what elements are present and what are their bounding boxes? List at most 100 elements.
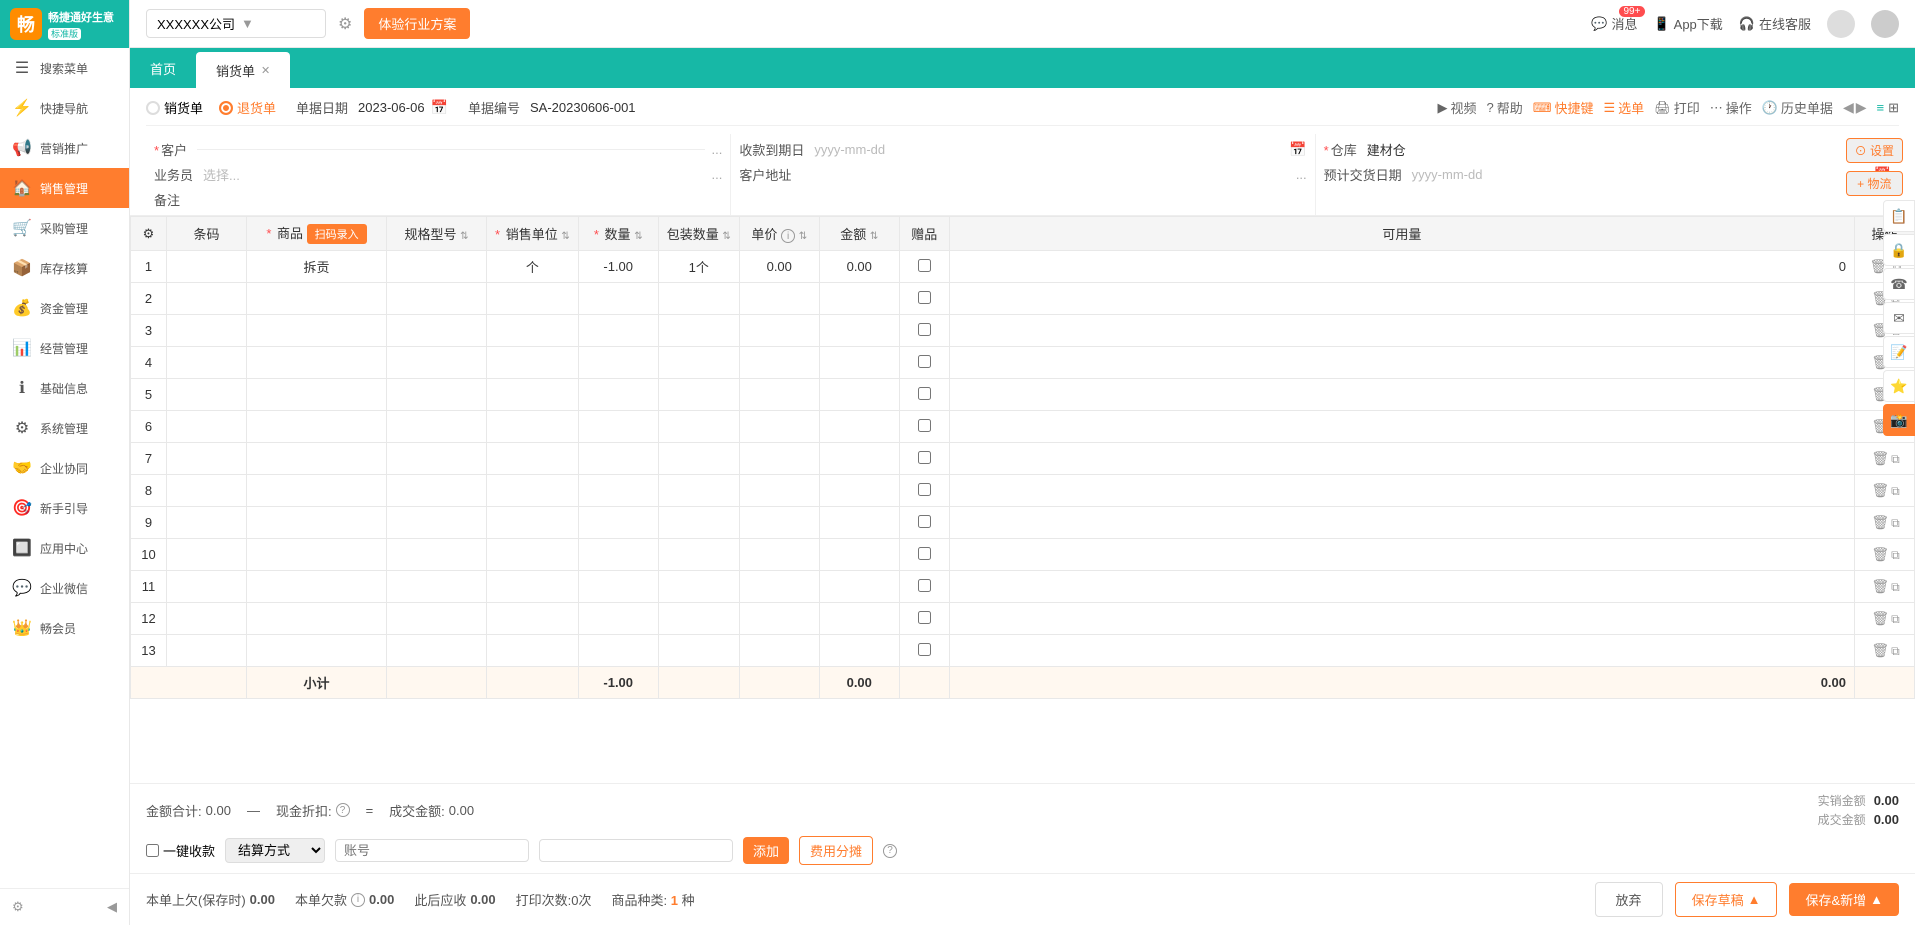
price-info-icon[interactable]: i [781,229,795,243]
date-value[interactable]: 2023-06-06 [358,100,425,115]
copy-icon[interactable]: ⧉ [1891,548,1900,562]
th-settings[interactable]: ⚙ [131,217,167,251]
delete-icon[interactable]: 🗑 [1871,482,1889,498]
doc-num-value[interactable]: SA-20230606-001 [530,100,636,115]
row-product[interactable]: 拆贡 [247,251,387,283]
sort-icon[interactable]: ⇅ [799,231,807,242]
copy-icon[interactable]: ⧉ [1891,516,1900,530]
sidebar-item-operation[interactable]: 📊 经营管理 [0,328,129,368]
gift-checkbox[interactable] [918,387,931,400]
sidebar-collapse-icon[interactable]: ◀ [107,899,117,915]
sidebar-item-system[interactable]: ⚙ 系统管理 [0,408,129,448]
row-barcode[interactable] [167,251,247,283]
gift-checkbox[interactable] [918,419,931,432]
delete-icon[interactable]: 🗑 [1871,450,1889,466]
sidebar-item-guide[interactable]: 🎯 新手引导 [0,488,129,528]
float-btn-6[interactable]: ⭐ [1883,370,1915,402]
gift-checkbox[interactable] [918,323,931,336]
expected-date-input[interactable]: yyyy-mm-dd [1412,167,1868,182]
sidebar-item-marketing[interactable]: 📢 营销推广 [0,128,129,168]
row-unit[interactable]: 个 [487,251,579,283]
copy-icon[interactable]: ⧉ [1891,612,1900,626]
help-btn[interactable]: ? 帮助 [1486,98,1522,117]
warehouse-value[interactable]: 建材仓 [1367,140,1874,159]
message-btn[interactable]: 💬 消息 99+ [1591,14,1637,33]
online-support-btn[interactable]: 🎧 在线客服 [1739,14,1811,33]
row-qty[interactable]: -1.00 [578,251,658,283]
float-btn-4[interactable]: ✉ [1883,302,1915,334]
salesperson-input[interactable]: 选择... [203,165,705,184]
collection-calendar-icon[interactable]: 📅 [1289,141,1306,158]
sidebar-item-search[interactable]: ☰ 搜索菜单 [0,48,129,88]
sort-icon[interactable]: ⇅ [460,231,468,242]
sidebar-item-shortcut[interactable]: ⚡ 快捷导航 [0,88,129,128]
row-spec[interactable] [387,251,487,283]
discount-info-icon[interactable]: ? [336,803,350,817]
sort-icon[interactable]: ⇅ [561,231,569,242]
save-new-btn[interactable]: 保存&新增 ▲ [1789,883,1899,916]
app-download-btn[interactable]: 📱 App下载 [1653,14,1722,33]
sort-icon[interactable]: ⇅ [722,231,730,242]
sort-icon[interactable]: ⇅ [634,231,642,242]
abandon-btn[interactable]: 放弃 [1595,882,1663,917]
sales-radio[interactable]: 销货单 [146,98,203,117]
sidebar-settings-icon[interactable]: ⚙ [12,899,24,915]
payment-checkbox[interactable] [146,844,159,857]
sidebar-item-sales[interactable]: 🏠 销售管理 [0,168,129,208]
add-btn[interactable]: 添加 [743,837,789,864]
setting-btn[interactable]: ⊙ 设置 [1846,138,1903,163]
delete-icon[interactable]: 🗑 [1871,578,1889,594]
sidebar-item-member[interactable]: 👑 畅会员 [0,608,129,648]
operations-btn[interactable]: ⋯ 操作 [1710,98,1752,117]
gift-checkbox[interactable] [918,355,931,368]
account-input[interactable] [335,839,529,862]
video-btn[interactable]: ▶ 视频 [1437,98,1476,117]
copy-icon[interactable]: ⧉ [1891,484,1900,498]
sidebar-item-purchase[interactable]: 🛒 采购管理 [0,208,129,248]
draft-btn[interactable]: 保存草稿 ▲ [1675,882,1778,917]
tab-close-icon[interactable]: ✕ [261,64,270,77]
gift-checkbox[interactable] [918,579,931,592]
gift-checkbox[interactable] [918,259,931,272]
select-btn[interactable]: ☰ 选单 [1604,98,1645,117]
user-avatar2[interactable] [1871,10,1899,38]
delete-icon[interactable]: 🗑 [1871,514,1889,530]
gift-checkbox[interactable] [918,291,931,304]
customer-dots-icon[interactable]: ... [711,142,722,157]
logistics-btn[interactable]: + 物流 [1846,171,1903,196]
gift-checkbox[interactable] [918,547,931,560]
scan-btn[interactable]: 扫码录入 [307,224,367,244]
return-radio[interactable]: 退货单 [219,98,276,117]
collection-date-input[interactable]: yyyy-mm-dd [814,142,1283,157]
customer-input[interactable] [197,149,705,150]
sidebar-item-apps[interactable]: 🔲 应用中心 [0,528,129,568]
shortcuts-btn[interactable]: ⌨ 快捷键 [1533,98,1594,117]
copy-icon[interactable]: ⧉ [1891,644,1900,658]
delete-icon[interactable]: 🗑 [1871,642,1889,658]
sidebar-item-wechat[interactable]: 💬 企业微信 [0,568,129,608]
tab-sales-order[interactable]: 销货单 ✕ [196,52,290,88]
amount-input[interactable] [539,839,733,862]
delete-icon[interactable]: 🗑 [1871,610,1889,626]
gift-checkbox[interactable] [918,515,931,528]
fee-info-icon[interactable]: ? [883,844,897,858]
next-arrow[interactable]: ▶ [1856,99,1867,116]
gift-checkbox[interactable] [918,483,931,496]
salesperson-dots-icon[interactable]: ... [711,167,722,182]
history-btn[interactable]: 🕐 历史单据 [1762,98,1833,117]
row-gift[interactable] [899,251,949,283]
user-avatar[interactable] [1827,10,1855,38]
copy-icon[interactable]: ⧉ [1891,452,1900,466]
row-price[interactable]: 0.00 [739,251,819,283]
sort-icon[interactable]: ⇅ [870,231,878,242]
gift-checkbox[interactable] [918,643,931,656]
prev-arrow[interactable]: ◀ [1843,99,1854,116]
row-pkg[interactable]: 1个 [658,251,739,283]
one-click-payment-checkbox[interactable]: 一键收款 [146,841,215,860]
company-selector[interactable]: XXXXXX公司 ▼ [146,9,326,38]
experience-btn[interactable]: 体验行业方案 [364,8,470,39]
gift-checkbox[interactable] [918,611,931,624]
sidebar-item-finance[interactable]: 💰 资金管理 [0,288,129,328]
calendar-icon[interactable]: 📅 [431,99,448,116]
float-btn-1[interactable]: 📋 [1883,200,1915,232]
